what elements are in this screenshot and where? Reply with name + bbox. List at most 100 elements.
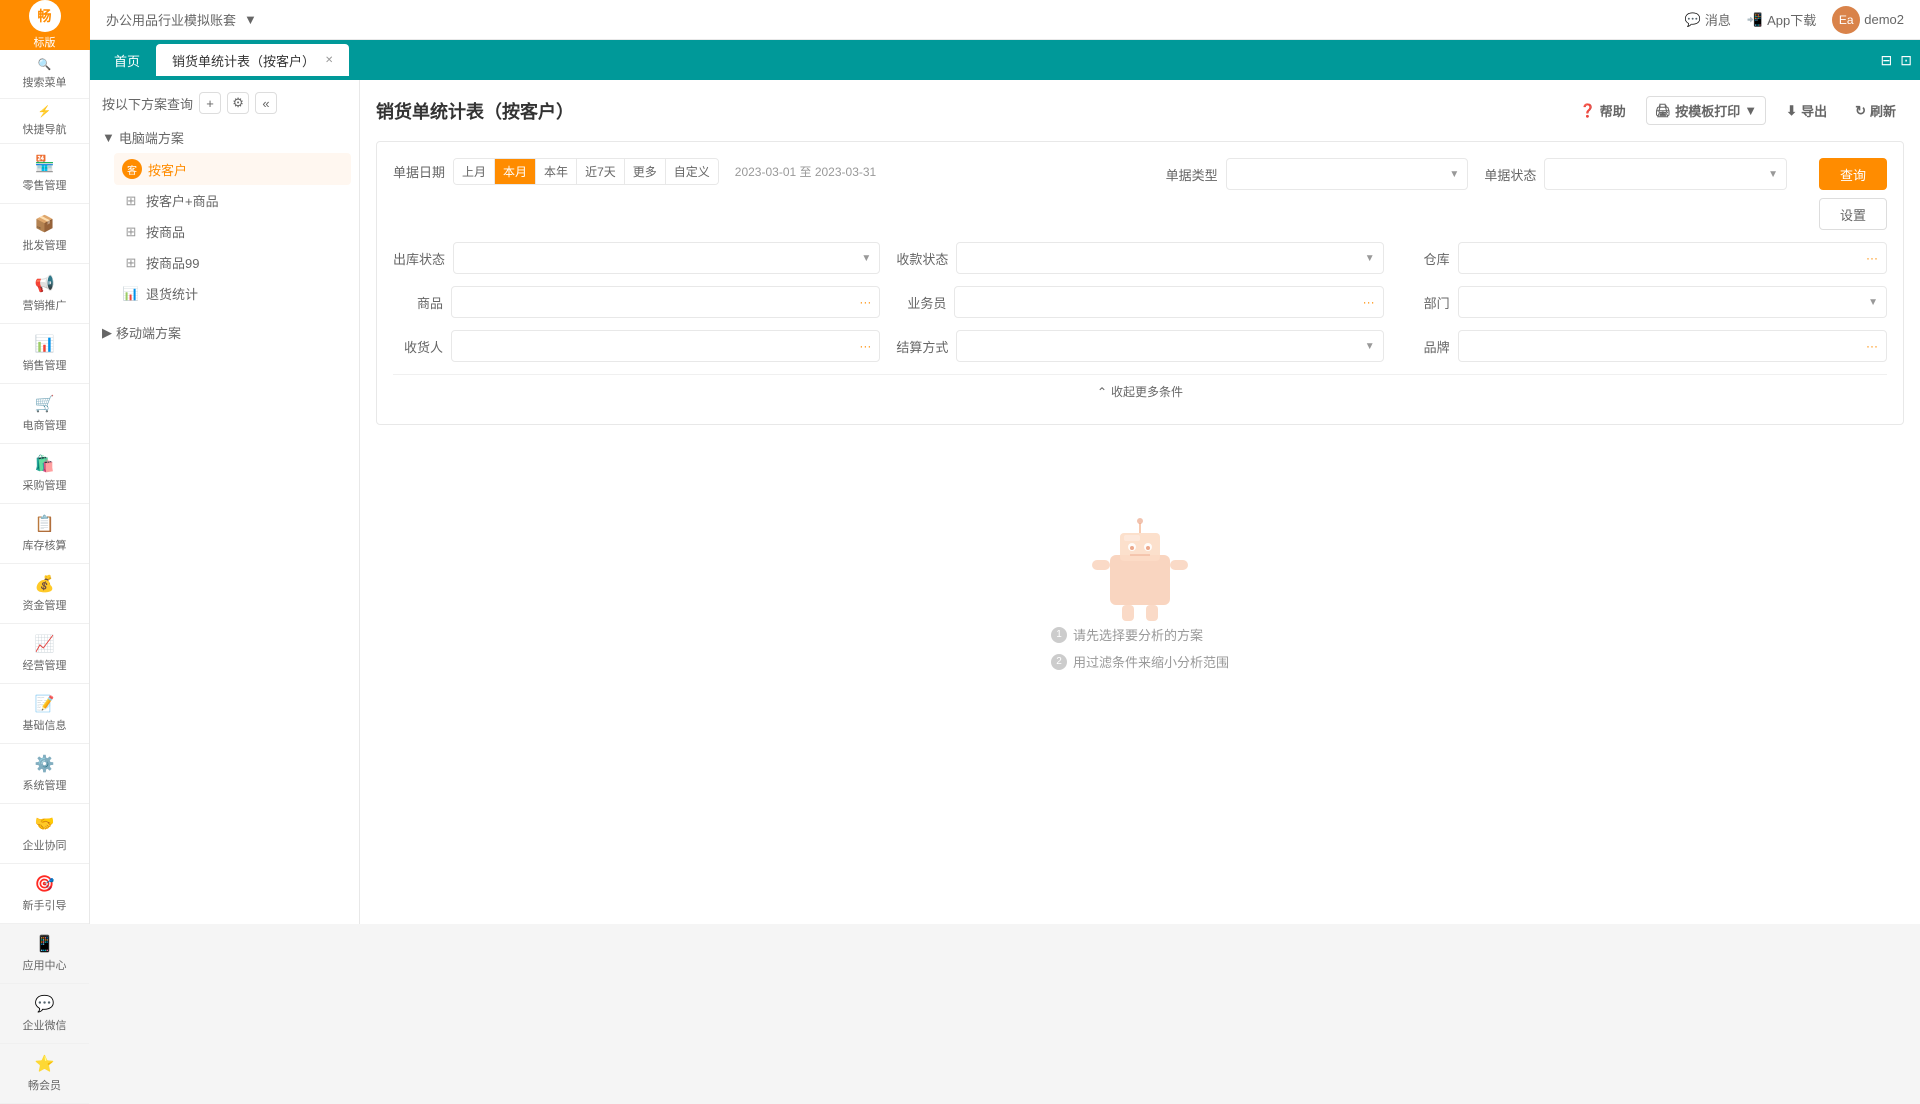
user-profile[interactable]: Ea demo2 [1832, 6, 1904, 34]
settings-icon: ⚙ [232, 95, 244, 111]
scheme-item-product99[interactable]: ⊞ 按商品99 [114, 247, 351, 278]
tab-home[interactable]: 首页 [98, 44, 156, 76]
collapse-bar[interactable]: ⌃ 收起更多条件 [393, 374, 1887, 408]
scheme-item-return-stats[interactable]: 📊 退货统计 [114, 278, 351, 309]
scheme-item-customer[interactable]: 客 按客户 [114, 153, 351, 185]
sidebar-item-retail[interactable]: 🏪 零售管理 [0, 144, 89, 204]
sidebar-item-sales-label: 销售管理 [23, 357, 67, 373]
department-dropdown-icon: ▼ [1868, 297, 1878, 308]
product-input[interactable]: ··· [451, 286, 880, 318]
salesperson-input[interactable]: ··· [954, 286, 1383, 318]
scheme-return-icon: 📊 [122, 285, 140, 303]
date-tab-last-month[interactable]: 上月 [454, 159, 495, 184]
left-panel: 按以下方案查询 + ⚙ « ▼ 电脑端方案 [90, 80, 360, 924]
messages-btn[interactable]: 💬 消息 [1685, 10, 1731, 29]
sidebar-item-marketing[interactable]: 📢 营销推广 [0, 264, 89, 324]
basic-icon: 📝 [35, 694, 55, 714]
mobile-scheme-title[interactable]: ▶ 移动端方案 [98, 317, 351, 348]
filter-row-4: 收货人 ··· 结算方式 ▼ 品牌 [393, 330, 1887, 362]
sidebar-item-basic[interactable]: 📝 基础信息 [0, 684, 89, 744]
panel-header-label: 按以下方案查询 [102, 94, 193, 113]
tab-sales-stats[interactable]: 销货单统计表（按客户） ✕ [156, 44, 349, 76]
warehouse-status-input[interactable]: ▼ [453, 242, 880, 274]
sidebar-item-purchase[interactable]: 🛍️ 采购管理 [0, 444, 89, 504]
tab-minimize-icon[interactable]: ⊟ [1881, 52, 1893, 69]
department-input[interactable]: ▼ [1458, 286, 1887, 318]
sidebar-quicknav[interactable]: ⚡ 快捷导航 [0, 99, 89, 144]
content-area: 按以下方案查询 + ⚙ « ▼ 电脑端方案 [90, 80, 1920, 924]
scheme-customer-label: 按客户 [148, 160, 187, 179]
app-download-btn[interactable]: 📲 App下载 [1747, 10, 1816, 29]
sidebar-item-inventory[interactable]: 📋 库存核算 [0, 504, 89, 564]
help-btn[interactable]: ❓ 帮助 [1572, 97, 1634, 124]
empty-illustration [1080, 505, 1200, 625]
tab-close-icon[interactable]: ✕ [325, 55, 333, 66]
sidebar-item-system[interactable]: ⚙️ 系统管理 [0, 744, 89, 804]
brand-input[interactable]: ··· [1458, 330, 1887, 362]
sidebar-nav-label: 快捷导航 [23, 121, 67, 137]
settlement-field: 结算方式 ▼ [896, 330, 1383, 362]
sidebar-item-member[interactable]: ⭐ 畅会员 [0, 1044, 89, 1104]
mobile-scheme-label: 移动端方案 [116, 323, 181, 342]
sidebar-item-apps[interactable]: 📱 应用中心 [0, 924, 89, 984]
main-content: 办公用品行业模拟账套 ▼ 💬 消息 📲 App下载 Ea demo2 首页 销货… [90, 0, 1920, 924]
sidebar-item-sales[interactable]: 📊 销售管理 [0, 324, 89, 384]
sidebar-item-wechat[interactable]: 💬 企业微信 [0, 984, 89, 1044]
empty-state: 1 请先选择要分析的方案 2 用过滤条件来缩小分析范围 [376, 425, 1904, 751]
date-field-label: 单据日期 [393, 162, 445, 181]
sidebar-item-ecommerce[interactable]: 🛒 电商管理 [0, 384, 89, 444]
warehouse-more-icon: ··· [1866, 251, 1878, 265]
recipient-input[interactable]: ··· [451, 330, 880, 362]
date-tab-this-month[interactable]: 本月 [495, 159, 536, 184]
sales-icon: 📊 [35, 334, 55, 354]
scheme-settings-btn[interactable]: ⚙ [227, 92, 249, 114]
sidebar-search[interactable]: 🔍 搜索菜单 [0, 50, 89, 99]
sidebar-item-wholesale[interactable]: 📦 批发管理 [0, 204, 89, 264]
scheme-customer-product-icon: ⊞ [122, 192, 140, 210]
scheme-item-customer-product[interactable]: ⊞ 按客户+商品 [114, 185, 351, 216]
scheme-item-product[interactable]: ⊞ 按商品 [114, 216, 351, 247]
salesperson-label: 业务员 [896, 293, 946, 312]
finance-icon: 💰 [35, 574, 55, 594]
order-status-input[interactable]: ▼ [1544, 158, 1787, 190]
filter-area: 单据日期 上月 本月 本年 近7天 更多 自定义 2023-03-01 至 20… [376, 141, 1904, 425]
refresh-btn[interactable]: ↻ 刷新 [1847, 97, 1904, 124]
tip-num-2: 2 [1051, 654, 1067, 670]
query-button[interactable]: 查询 [1819, 158, 1887, 190]
sidebar-item-enterprise[interactable]: 🤝 企业协同 [0, 804, 89, 864]
empty-tip-2: 2 用过滤条件来缩小分析范围 [1051, 652, 1229, 671]
date-tab-this-year[interactable]: 本年 [536, 159, 577, 184]
sidebar-item-operation[interactable]: 📈 经营管理 [0, 624, 89, 684]
recipient-more-icon: ··· [859, 339, 871, 353]
desktop-scheme-title[interactable]: ▼ 电脑端方案 [98, 122, 351, 153]
payment-status-input[interactable]: ▼ [956, 242, 1383, 274]
settings-button[interactable]: 设置 [1819, 198, 1887, 230]
sidebar: 畅 标版 🔍 搜索菜单 ⚡ 快捷导航 🏪 零售管理 📦 批发管理 📢 营销推广 … [0, 0, 90, 924]
date-tab-7days[interactable]: 近7天 [577, 159, 625, 184]
print-dropdown-icon: ▼ [1744, 103, 1757, 118]
print-btn[interactable]: 🖨 按模板打印 ▼ [1646, 96, 1766, 125]
collapse-label: 收起更多条件 [1111, 383, 1183, 400]
tab-maximize-icon[interactable]: ⊡ [1900, 52, 1912, 69]
date-tab-custom[interactable]: 自定义 [666, 159, 718, 184]
warehouse-status-label: 出库状态 [393, 249, 445, 268]
date-tab-more[interactable]: 更多 [625, 159, 666, 184]
export-btn[interactable]: ⬇ 导出 [1778, 97, 1835, 124]
add-scheme-btn[interactable]: + [199, 92, 221, 114]
sidebar-item-member-label: 畅会员 [28, 1077, 61, 1093]
collapse-panel-btn[interactable]: « [255, 92, 277, 114]
warehouse-input[interactable]: ··· [1458, 242, 1887, 274]
settlement-input[interactable]: ▼ [956, 330, 1383, 362]
sidebar-item-enterprise-label: 企业协同 [23, 837, 67, 853]
left-panel-header: 按以下方案查询 + ⚙ « [90, 92, 359, 122]
scheme-return-stats-label: 退货统计 [146, 284, 198, 303]
wholesale-icon: 📦 [35, 214, 55, 234]
marketing-icon: 📢 [35, 274, 55, 294]
department-label: 部门 [1400, 293, 1450, 312]
sidebar-item-newbie[interactable]: 🎯 新手引导 [0, 864, 89, 924]
sidebar-item-finance[interactable]: 💰 资金管理 [0, 564, 89, 624]
department-field: 部门 ▼ [1400, 286, 1887, 318]
sidebar-item-wechat-label: 企业微信 [23, 1017, 67, 1033]
warehouse-field: 仓库 ··· [1400, 242, 1887, 274]
order-type-input[interactable]: ▼ [1226, 158, 1469, 190]
